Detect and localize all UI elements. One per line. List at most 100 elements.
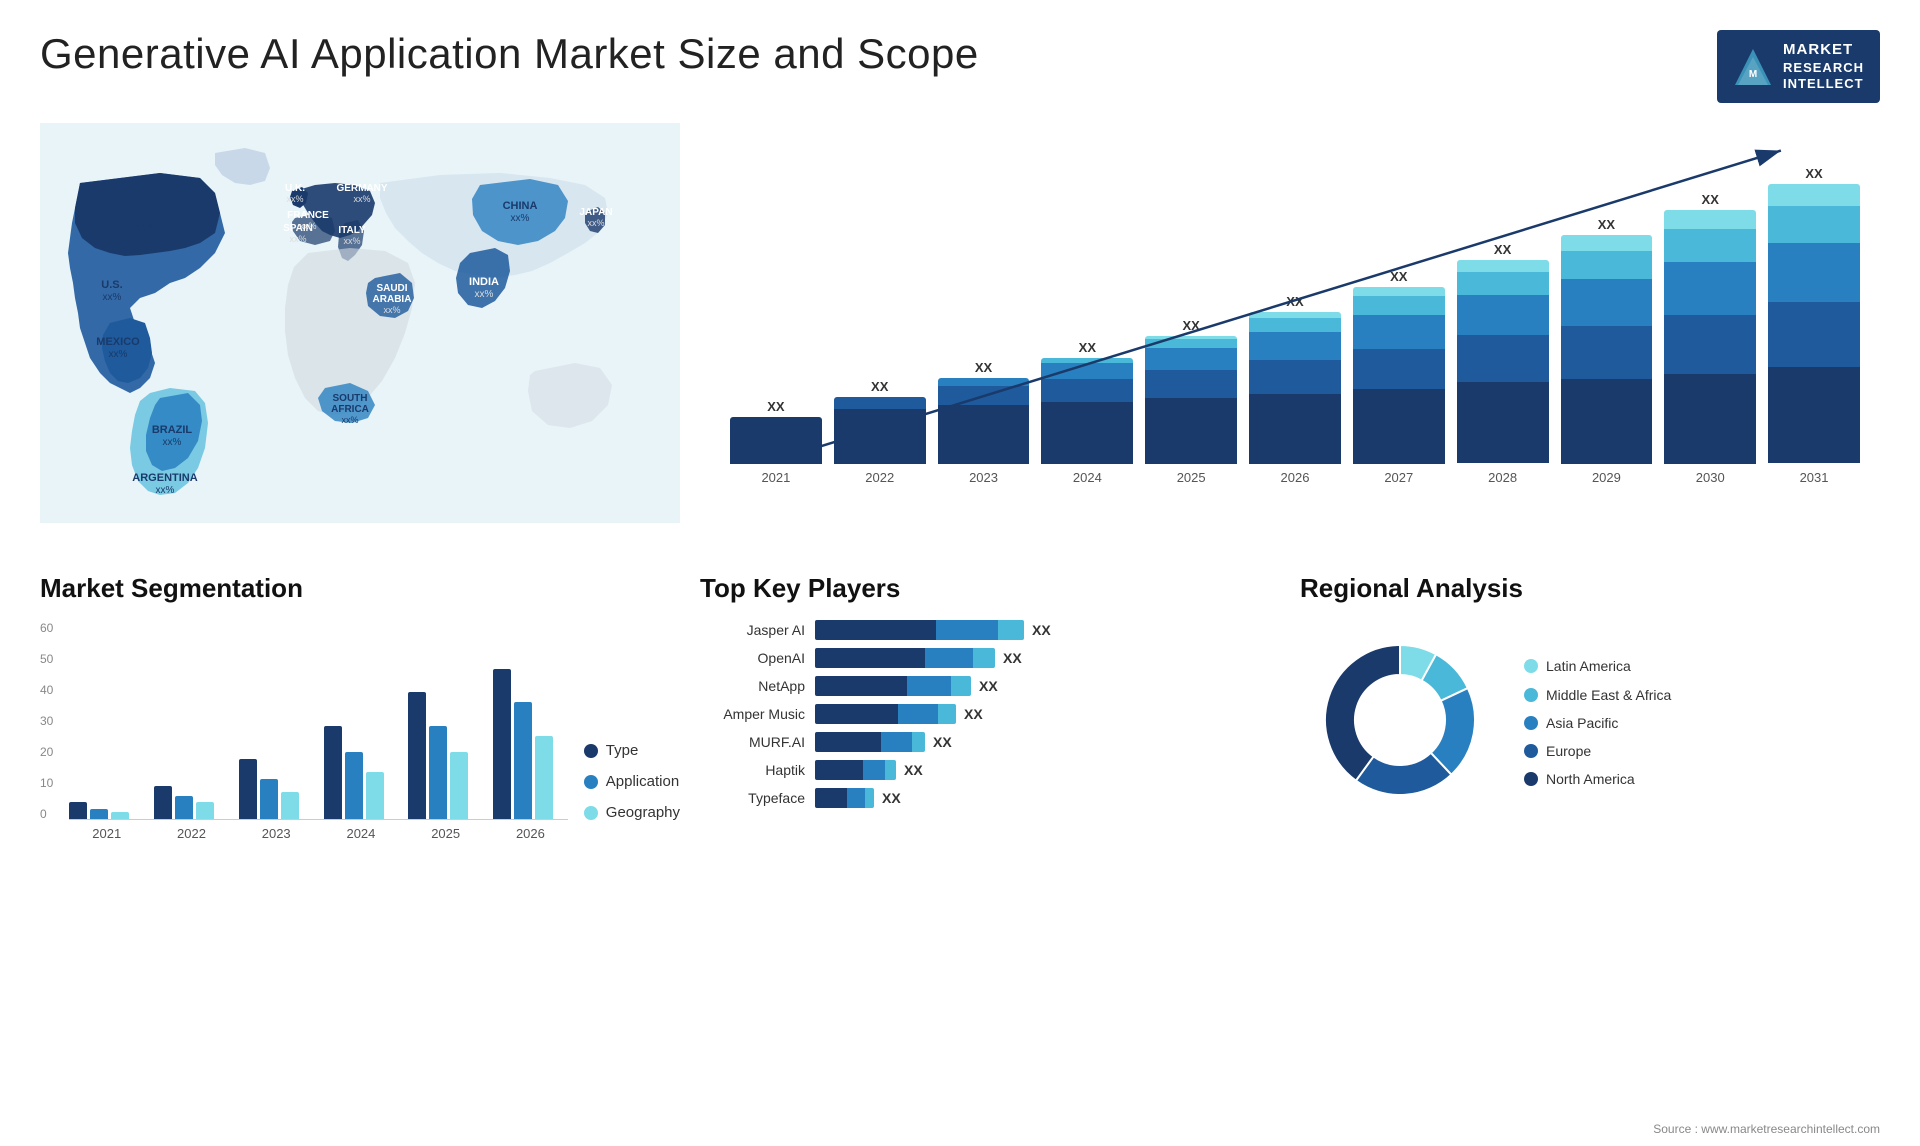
source-line: Source : www.marketresearchintellect.com (1653, 1122, 1880, 1136)
player-bar-segment (885, 760, 896, 780)
bar-group: XX2029 (1561, 217, 1653, 485)
seg-bar-type (324, 726, 342, 819)
segmentation-title: Market Segmentation (40, 573, 680, 604)
bar-year-label: 2025 (1177, 470, 1206, 485)
bar-group: XX2023 (938, 360, 1030, 485)
player-value: XX (1032, 622, 1051, 638)
bar-segment (1664, 374, 1756, 464)
player-name: Amper Music (700, 706, 805, 722)
seg-year-label: 2021 (69, 826, 144, 841)
bar-group: XX2030 (1664, 192, 1756, 485)
svg-text:CHINA: CHINA (503, 200, 538, 212)
player-row: MURF.AI XX (700, 732, 1280, 752)
svg-text:xx%: xx% (587, 218, 604, 228)
bar-top-label: XX (975, 360, 992, 375)
bar-segment (1457, 260, 1549, 272)
bar-top-label: XX (1079, 340, 1096, 355)
bar-group: XX2027 (1353, 269, 1445, 485)
bar-top-label: XX (1182, 318, 1199, 333)
svg-text:xx%: xx% (511, 213, 530, 224)
seg-bar-type (69, 802, 87, 819)
player-row: OpenAIXX (700, 648, 1280, 668)
map-svg: CANADA xx% U.S. xx% MEXICO xx% BRAZIL xx… (40, 123, 680, 523)
seg-bar-application (514, 702, 532, 819)
svg-text:ARGENTINA: ARGENTINA (132, 472, 197, 484)
player-bar-wrapper: XX (815, 648, 1280, 668)
bar-segment (1768, 243, 1860, 302)
svg-text:M: M (1749, 69, 1757, 80)
player-value: XX (979, 678, 998, 694)
bar-segment (1457, 382, 1549, 463)
legend-dot-latin (1524, 659, 1538, 673)
bar-stack (1561, 235, 1653, 464)
player-bar-segment (815, 648, 925, 668)
regional-section: Regional Analysis Latin America Middle E… (1300, 573, 1880, 841)
svg-text:U.K.: U.K. (285, 183, 305, 194)
key-players-section: Top Key Players Jasper AIXXOpenAIXXNetAp… (700, 573, 1280, 841)
player-name: MURF.AI (700, 734, 805, 750)
bar-segment (1041, 379, 1133, 402)
player-bar-wrapper: XX (815, 760, 1280, 780)
page-title: Generative AI Application Market Size an… (40, 30, 979, 78)
bar-stack (1041, 358, 1133, 464)
bar-year-label: 2026 (1281, 470, 1310, 485)
seg-bar-group (69, 802, 144, 819)
player-name: NetApp (700, 678, 805, 694)
bar-segment (1041, 402, 1133, 464)
player-bar-segment (815, 676, 907, 696)
bar-segment (1768, 302, 1860, 367)
seg-bar-group (239, 759, 314, 819)
svg-text:FRANCE: FRANCE (287, 210, 329, 221)
donut-container: Latin America Middle East & Africa Asia … (1300, 620, 1880, 825)
bar-stack (834, 397, 926, 464)
seg-bar-group (154, 786, 229, 819)
player-bar-segment (951, 676, 971, 696)
seg-bar-geography (450, 752, 468, 819)
player-bar-segment (815, 620, 936, 640)
logo-text: MARKET RESEARCH INTELLECT (1783, 40, 1864, 93)
bar-segment (938, 405, 1030, 464)
y-axis-label: 0 (40, 807, 53, 821)
bar-segment (834, 409, 926, 464)
player-bar-segment (998, 620, 1024, 640)
bar-segment (1353, 349, 1445, 389)
bar-group: XX2022 (834, 379, 926, 485)
y-axis-label: 10 (40, 776, 53, 790)
seg-bar-geography (535, 736, 553, 819)
svg-text:MEXICO: MEXICO (96, 336, 140, 348)
svg-text:CANADA: CANADA (121, 209, 169, 221)
player-bar-wrapper: XX (815, 788, 1280, 808)
bar-segment (938, 378, 1030, 386)
bar-segment (938, 386, 1030, 405)
svg-text:xx%: xx% (103, 292, 122, 303)
player-bar-wrapper: XX (815, 676, 1280, 696)
player-bar-segment (938, 704, 956, 724)
bar-year-label: 2027 (1384, 470, 1413, 485)
bar-year-label: 2028 (1488, 470, 1517, 485)
svg-text:GERMANY: GERMANY (336, 183, 387, 194)
player-bar-segment (815, 788, 847, 808)
player-bar-wrapper: XX (815, 732, 1280, 752)
y-axis-label: 50 (40, 652, 53, 666)
bar-top-label: XX (767, 399, 784, 414)
bar-top-label: XX (1702, 192, 1719, 207)
legend-europe: Europe (1524, 742, 1671, 760)
svg-text:xx%: xx% (341, 415, 358, 425)
seg-bar-geography (281, 792, 299, 819)
player-row: Jasper AIXX (700, 620, 1280, 640)
legend-asia-pacific: Asia Pacific (1524, 714, 1671, 732)
player-row: HaptikXX (700, 760, 1280, 780)
bar-segment (1768, 184, 1860, 206)
regional-legend: Latin America Middle East & Africa Asia … (1524, 657, 1671, 788)
bar-segment (1561, 279, 1653, 326)
bar-year-label: 2031 (1800, 470, 1829, 485)
bar-segment (1353, 315, 1445, 349)
bar-stack (730, 417, 822, 464)
bar-segment (1145, 398, 1237, 464)
svg-text:xx%: xx% (156, 485, 175, 496)
seg-bar-type (408, 692, 426, 819)
bar-group: XX2021 (730, 399, 822, 485)
player-row: Amper MusicXX (700, 704, 1280, 724)
svg-text:xx%: xx% (136, 222, 155, 233)
bar-segment (1041, 363, 1133, 379)
